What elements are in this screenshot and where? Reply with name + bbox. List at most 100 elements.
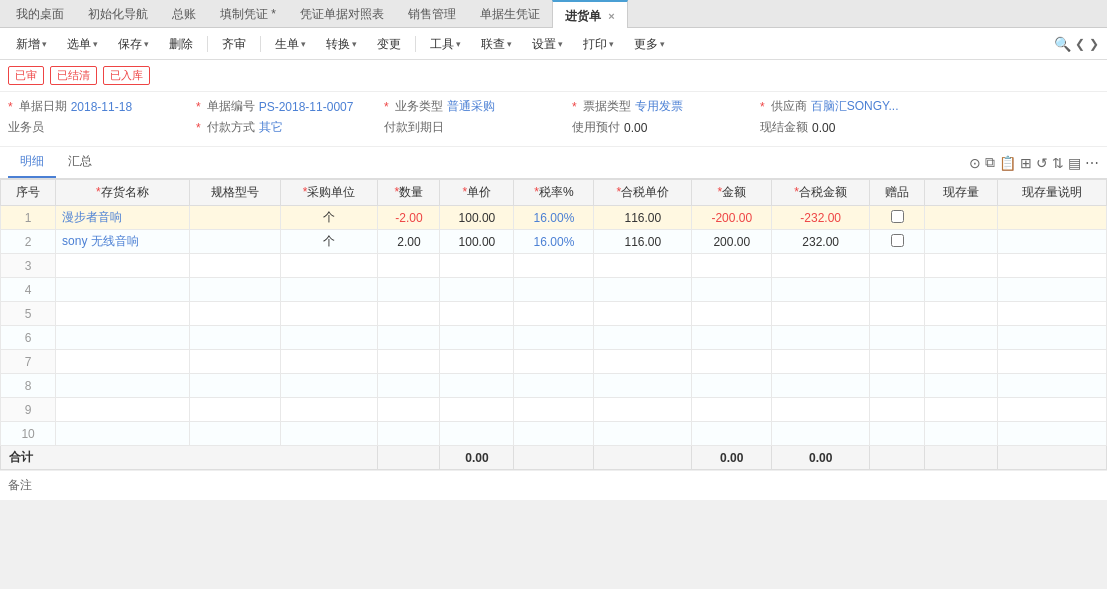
btn-change[interactable]: 变更 [369,32,409,56]
biz-type-value[interactable]: 普通采购 [447,98,495,115]
cell-stock-note [998,230,1107,254]
badge-stocked[interactable]: 已入库 [103,66,150,85]
field-payment: * 付款方式 其它 [196,119,376,136]
cell-num-empty: 9 [1,398,56,422]
btn-delete[interactable]: 删除 [161,32,201,56]
col-qty: *数量 [378,180,440,206]
table-row-empty: 9 [1,398,1107,422]
form-row-2: 业务员 * 付款方式 其它 付款到期日 使用预付 0.00 现结金额 0.00 [8,119,1099,136]
clone-icon[interactable]: ⊞ [1020,155,1032,171]
date-value[interactable]: 2018-11-18 [71,100,132,114]
cell-amount: 200.00 [692,230,772,254]
paste-icon[interactable]: 📋 [999,155,1016,171]
toolbar-right: 🔍 ❮ ❯ [1054,36,1099,52]
field-date: * 单据日期 2018-11-18 [8,98,188,115]
status-bar: 已审 已结清 已入库 [0,60,1107,92]
btn-select[interactable]: 选单 ▾ [59,32,106,56]
cell-tax-amount: 232.00 [772,230,870,254]
btn-query[interactable]: 联查 ▾ [473,32,520,56]
doc-no-value[interactable]: PS-2018-11-0007 [259,100,354,114]
tab-fill-voucher[interactable]: 填制凭证 * [208,0,288,28]
table-row-empty: 7 [1,350,1107,374]
cell-stock [925,206,998,230]
tab-ledger[interactable]: 总账 [160,0,208,28]
tab-my-desk[interactable]: 我的桌面 [4,0,76,28]
search-icon[interactable]: 🔍 [1054,36,1071,52]
cell-num-empty: 4 [1,278,56,302]
tab-sales[interactable]: 销售管理 [396,0,468,28]
col-price: *单价 [440,180,514,206]
total-tax-rate [514,446,594,470]
next-icon[interactable]: ❯ [1089,37,1099,51]
badge-reviewed[interactable]: 已审 [8,66,44,85]
total-gift [870,446,925,470]
cell-num-empty: 6 [1,326,56,350]
btn-generate-chevron: ▾ [301,34,306,54]
btn-generate[interactable]: 生单 ▾ [267,32,314,56]
form-section: * 单据日期 2018-11-18 * 单据编号 PS-2018-11-0007… [0,92,1107,147]
detail-tabs-bar: 明细 汇总 ⊙ ⧉ 📋 ⊞ ↺ ⇅ ▤ ⋯ [0,147,1107,179]
tab-detail[interactable]: 明细 [8,147,56,178]
supplier-value[interactable]: 百脑汇SONGY... [811,98,899,115]
form-row-1: * 单据日期 2018-11-18 * 单据编号 PS-2018-11-0007… [8,98,1099,115]
copy-icon[interactable]: ⧉ [985,154,995,171]
prev-icon[interactable]: ❮ [1075,37,1085,51]
filter-icon[interactable]: ▤ [1068,155,1081,171]
col-tax-unit-price: *合税单价 [594,180,692,206]
btn-print-chevron: ▾ [609,34,614,54]
payment-value[interactable]: 其它 [259,119,283,136]
toolbar: 新增 ▾ 选单 ▾ 保存 ▾ 删除 齐审 生单 ▾ 转换 ▾ 变更 工具 ▾ 联… [0,28,1107,60]
btn-query-chevron: ▾ [507,34,512,54]
date-required-star: * [8,100,13,114]
bill-type-value[interactable]: 专用发票 [635,98,683,115]
cell-gift[interactable] [870,230,925,254]
sort-icon[interactable]: ⇅ [1052,155,1064,171]
btn-settings[interactable]: 设置 ▾ [524,32,571,56]
cell-num: 2 [1,230,56,254]
cell-gift[interactable] [870,206,925,230]
btn-more-chevron: ▾ [660,34,665,54]
cell-tax-amount: -232.00 [772,206,870,230]
btn-save[interactable]: 保存 ▾ [110,32,157,56]
cell-num-empty: 7 [1,350,56,374]
btn-more[interactable]: 更多 ▾ [626,32,673,56]
tab-doc-voucher[interactable]: 单据生凭证 [468,0,552,28]
col-unit: *采购单位 [280,180,378,206]
col-spec: 规格型号 [189,180,280,206]
tab-summary[interactable]: 汇总 [56,147,104,178]
tab-init-nav[interactable]: 初始化导航 [76,0,160,28]
btn-new-chevron: ▾ [42,34,47,54]
col-tax-amount: *合税金额 [772,180,870,206]
col-stock-note: 现存量说明 [998,180,1107,206]
tab-close-icon[interactable]: × [608,10,614,22]
col-name: *存货名称 [56,180,190,206]
btn-tools-chevron: ▾ [456,34,461,54]
col-amount: *金额 [692,180,772,206]
field-biz-type: * 业务类型 普通采购 [384,98,564,115]
tab-voucher-compare[interactable]: 凭证单据对照表 [288,0,396,28]
btn-convert[interactable]: 转换 ▾ [318,32,365,56]
btn-tools[interactable]: 工具 ▾ [422,32,469,56]
sep1 [207,36,208,52]
more2-icon[interactable]: ⋯ [1085,155,1099,171]
cell-name[interactable]: sony 无线音响 [56,230,190,254]
total-label: 合计 [1,446,378,470]
cell-name[interactable]: 漫步者音响 [56,206,190,230]
total-tax-amount: 0.00 [772,446,870,470]
btn-print[interactable]: 打印 ▾ [575,32,622,56]
table-row-empty: 3 [1,254,1107,278]
undo-icon[interactable]: ↺ [1036,155,1048,171]
location-icon[interactable]: ⊙ [969,155,981,171]
tab-purchase[interactable]: 进货单 × [552,0,628,28]
badge-settled[interactable]: 已结清 [50,66,97,85]
sep3 [415,36,416,52]
cell-tax-unit: 116.00 [594,230,692,254]
payment-required-star: * [196,121,201,135]
cell-stock-note [998,206,1107,230]
table-row-empty: 8 [1,374,1107,398]
remarks-label: 备注 [8,478,32,492]
btn-new[interactable]: 新增 ▾ [8,32,55,56]
btn-review[interactable]: 齐审 [214,32,254,56]
cell-num-empty: 10 [1,422,56,446]
total-note [998,446,1107,470]
